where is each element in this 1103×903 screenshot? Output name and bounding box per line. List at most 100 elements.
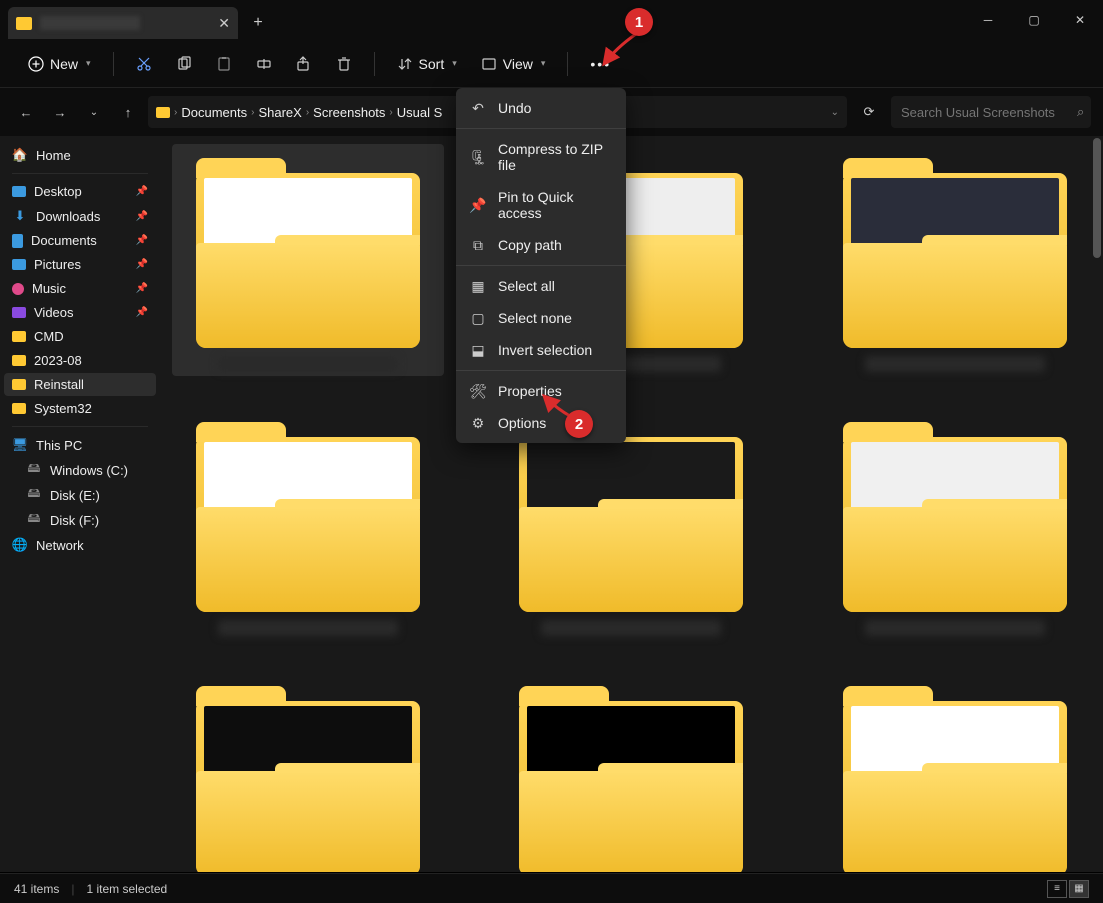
menu-copypath[interactable]: ⧉Copy path bbox=[456, 229, 626, 261]
content-pane[interactable] bbox=[160, 136, 1103, 872]
menu-label: Select all bbox=[498, 278, 555, 294]
annotation-arrow-1 bbox=[596, 30, 644, 70]
folder-item[interactable] bbox=[823, 148, 1087, 372]
view-label: View bbox=[503, 56, 533, 72]
maximize-button[interactable]: ▢ bbox=[1011, 0, 1057, 40]
folder-item[interactable] bbox=[172, 144, 444, 376]
new-button[interactable]: New ▾ bbox=[18, 50, 101, 78]
menu-selectnone[interactable]: ▢Select none bbox=[456, 302, 626, 334]
view-icon bbox=[481, 56, 497, 72]
sidebar-reinstall[interactable]: Reinstall bbox=[4, 373, 156, 396]
folder-icon bbox=[16, 17, 32, 30]
sidebar-label: Network bbox=[36, 538, 84, 553]
drive-icon: 🖴 bbox=[26, 462, 42, 478]
separator bbox=[456, 265, 626, 266]
folder-item[interactable] bbox=[823, 412, 1087, 636]
pc-icon: 🖥 bbox=[12, 437, 28, 453]
sidebar-label: System32 bbox=[34, 401, 92, 416]
sort-button[interactable]: Sort ▾ bbox=[387, 50, 467, 78]
scrollbar-thumb[interactable] bbox=[1093, 138, 1101, 258]
plus-circle-icon bbox=[28, 56, 44, 72]
picture-icon bbox=[12, 259, 26, 270]
sidebar-pictures[interactable]: Pictures📌 bbox=[4, 253, 156, 276]
sidebar-system32[interactable]: System32 bbox=[4, 397, 156, 420]
share-button[interactable] bbox=[286, 50, 322, 78]
menu-label: Copy path bbox=[498, 237, 562, 253]
sidebar-downloads[interactable]: ⬇Downloads📌 bbox=[4, 204, 156, 228]
sidebar-label: Disk (E:) bbox=[50, 488, 100, 503]
menu-selectall[interactable]: ▦Select all bbox=[456, 270, 626, 302]
chevron-down-icon: ▾ bbox=[541, 58, 546, 69]
menu-label: Pin to Quick access bbox=[498, 189, 612, 221]
forward-button[interactable]: → bbox=[46, 98, 74, 126]
search-box[interactable]: ⌕ bbox=[891, 96, 1091, 128]
rename-button[interactable] bbox=[246, 50, 282, 78]
search-input[interactable] bbox=[901, 105, 1077, 120]
details-view-button[interactable]: ≡ bbox=[1047, 880, 1067, 898]
separator bbox=[12, 173, 148, 174]
sidebar-documents[interactable]: Documents📌 bbox=[4, 229, 156, 252]
minimize-button[interactable]: ─ bbox=[965, 0, 1011, 40]
folder-item[interactable] bbox=[176, 676, 440, 872]
menu-compress[interactable]: 🗜Compress to ZIP file bbox=[456, 133, 626, 181]
refresh-button[interactable]: ⟳ bbox=[853, 96, 885, 128]
separator bbox=[456, 370, 626, 371]
up-button[interactable]: ↑ bbox=[114, 98, 142, 126]
separator bbox=[456, 128, 626, 129]
trash-icon bbox=[336, 56, 352, 72]
sidebar-label: Home bbox=[36, 148, 71, 163]
sidebar-music[interactable]: Music 📌 bbox=[4, 277, 156, 300]
sidebar-home[interactable]: 🏠Home bbox=[4, 143, 156, 167]
sidebar-label: Pictures bbox=[34, 257, 81, 272]
sidebar-desktop[interactable]: Desktop📌 bbox=[4, 180, 156, 203]
sidebar-drive-c[interactable]: 🖴 Windows (C:) bbox=[4, 458, 156, 482]
close-tab-icon[interactable]: ✕ bbox=[218, 15, 230, 32]
sidebar-label: Music bbox=[32, 281, 66, 296]
status-bar: 41 items | 1 item selected ≡ ▦ bbox=[0, 873, 1103, 903]
sidebar-drive-f[interactable]: 🖴Disk (F:) bbox=[4, 508, 156, 532]
properties-icon: 🛠 bbox=[470, 383, 486, 399]
sidebar-label: Windows (C:) bbox=[50, 463, 128, 478]
pin-icon: 📌 bbox=[136, 283, 148, 294]
tab-current[interactable]: ✕ bbox=[8, 7, 238, 39]
sidebar-cmd[interactable]: CMD bbox=[4, 325, 156, 348]
paste-button[interactable] bbox=[206, 50, 242, 78]
menu-undo[interactable]: ↶Undo bbox=[456, 92, 626, 124]
add-tab-button[interactable]: + bbox=[242, 7, 274, 39]
folder-item[interactable] bbox=[500, 412, 764, 636]
chevron-down-icon[interactable]: ⌄ bbox=[831, 107, 839, 118]
sidebar-label: Downloads bbox=[36, 209, 100, 224]
more-menu: ↶Undo 🗜Compress to ZIP file 📌Pin to Quic… bbox=[456, 88, 626, 443]
menu-pin[interactable]: 📌Pin to Quick access bbox=[456, 181, 626, 229]
breadcrumb-item[interactable]: Screenshots bbox=[313, 105, 385, 120]
drive-icon: 🖴 bbox=[26, 512, 42, 528]
sidebar-label: This PC bbox=[36, 438, 82, 453]
folder-item[interactable] bbox=[500, 676, 764, 872]
cut-button[interactable] bbox=[126, 50, 162, 78]
delete-button[interactable] bbox=[326, 50, 362, 78]
toolbar: New ▾ Sort ▾ View ▾ ••• bbox=[0, 40, 1103, 88]
menu-invert[interactable]: ⬓Invert selection bbox=[456, 334, 626, 366]
breadcrumb-item[interactable]: Usual S bbox=[397, 105, 443, 120]
title-bar: ✕ + ─ ▢ ✕ bbox=[0, 0, 1103, 40]
copy-button[interactable] bbox=[166, 50, 202, 78]
menu-label: Select none bbox=[498, 310, 572, 326]
sidebar-network[interactable]: 🌐Network bbox=[4, 533, 156, 557]
pin-icon: 📌 bbox=[136, 235, 148, 246]
folder-thumbnail bbox=[196, 676, 420, 872]
icons-view-button[interactable]: ▦ bbox=[1069, 880, 1089, 898]
close-window-button[interactable]: ✕ bbox=[1057, 0, 1103, 40]
sort-label: Sort bbox=[419, 56, 445, 72]
sidebar-2023-08[interactable]: 2023-08 bbox=[4, 349, 156, 372]
folder-item[interactable] bbox=[823, 676, 1087, 872]
back-button[interactable]: ← bbox=[12, 98, 40, 126]
sidebar-drive-e[interactable]: 🖴Disk (E:) bbox=[4, 483, 156, 507]
sidebar-thispc[interactable]: 🖥 This PC bbox=[4, 433, 156, 457]
breadcrumb-item[interactable]: ShareX bbox=[258, 105, 301, 120]
recent-button[interactable]: ⌄ bbox=[80, 98, 108, 126]
undo-icon: ↶ bbox=[470, 100, 486, 116]
breadcrumb-item[interactable]: Documents bbox=[181, 105, 247, 120]
folder-item[interactable] bbox=[176, 412, 440, 636]
sidebar-videos[interactable]: Videos📌 bbox=[4, 301, 156, 324]
view-button[interactable]: View ▾ bbox=[471, 50, 556, 78]
